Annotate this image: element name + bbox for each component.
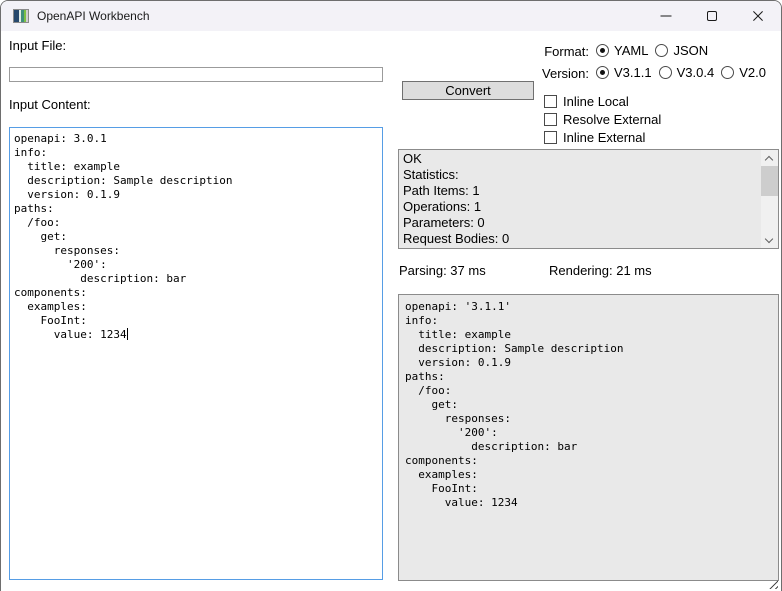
status-line: Operations: 1 (403, 199, 758, 215)
status-line: Request Bodies: 0 (403, 231, 758, 247)
minimize-icon (661, 16, 672, 17)
checkbox-icon (544, 113, 557, 126)
status-scrollbar[interactable] (761, 150, 778, 248)
radio-option-v3-1-1[interactable]: V3.1.1 (596, 65, 652, 80)
maximize-icon (707, 11, 717, 21)
convert-button[interactable]: Convert (402, 81, 534, 100)
status-line: Path Items: 1 (403, 183, 758, 199)
radio-icon (655, 44, 668, 57)
scrollbar-down-button[interactable] (761, 232, 778, 248)
scrollbar-up-button[interactable] (761, 150, 778, 166)
format-radio-group: YAML JSON (589, 43, 708, 60)
convert-button-label: Convert (445, 83, 491, 98)
input-file-label: Input File: (9, 38, 66, 53)
text-caret (127, 328, 128, 340)
status-line: OK (403, 151, 758, 167)
option-label: Inline External (563, 130, 645, 145)
version-radio-group: V3.1.1 V3.0.4 V2.0 (589, 65, 766, 82)
version-row: Version: V3.1.1 V3.0.4 V2.0 (541, 66, 766, 81)
checkbox-option-inline-external[interactable]: Inline External (544, 130, 661, 145)
option-label: V2.0 (739, 65, 766, 80)
option-label: YAML (614, 43, 648, 58)
radio-icon (721, 66, 734, 79)
radio-option-json[interactable]: JSON (655, 43, 708, 58)
status-line: Statistics: (403, 167, 758, 183)
checkbox-icon (544, 95, 557, 108)
radio-option-v2-0[interactable]: V2.0 (721, 65, 766, 80)
checkbox-option-inline-local[interactable]: Inline Local (544, 94, 661, 109)
app-icon (13, 8, 29, 24)
status-box[interactable]: OKStatistics:Path Items: 1Operations: 1P… (398, 149, 779, 249)
status-line: Parameters: 0 (403, 215, 758, 231)
input-content-editor[interactable]: openapi: 3.0.1 info: title: example desc… (9, 127, 383, 580)
option-label: JSON (673, 43, 708, 58)
option-label: V3.1.1 (614, 65, 652, 80)
scrollbar-thumb[interactable] (761, 166, 778, 196)
checkbox-icon (544, 131, 557, 144)
format-row: Format: YAML JSON (541, 44, 708, 59)
option-label: Inline Local (563, 94, 629, 109)
input-content-label: Input Content: (9, 97, 91, 112)
titlebar[interactable]: OpenAPI Workbench (1, 1, 781, 31)
option-label: Resolve External (563, 112, 661, 127)
version-label: Version: (541, 66, 589, 81)
window-controls (643, 1, 781, 31)
chevron-up-icon (765, 156, 773, 164)
input-file-field[interactable] (9, 67, 383, 82)
close-icon (752, 10, 765, 23)
radio-icon (659, 66, 672, 79)
checkbox-group: Inline Local Resolve External Inline Exter… (544, 94, 661, 148)
radio-icon (596, 44, 609, 57)
option-label: V3.0.4 (677, 65, 715, 80)
chevron-down-icon (765, 235, 773, 243)
window-title: OpenAPI Workbench (37, 1, 150, 31)
radio-option-yaml[interactable]: YAML (596, 43, 648, 58)
app-window: OpenAPI Workbench Input File: Input Cont… (0, 0, 782, 591)
checkbox-option-resolve-external[interactable]: Resolve External (544, 112, 661, 127)
rendering-time-label: Rendering: 21 ms (549, 263, 652, 278)
status-lines: OKStatistics:Path Items: 1Operations: 1P… (399, 150, 778, 247)
radio-icon (596, 66, 609, 79)
close-button[interactable] (735, 1, 781, 31)
format-label: Format: (541, 44, 589, 59)
minimize-button[interactable] (643, 1, 689, 31)
output-content-box[interactable]: openapi: '3.1.1' info: title: example de… (398, 294, 779, 581)
parsing-time-label: Parsing: 37 ms (399, 263, 486, 278)
maximize-button[interactable] (689, 1, 735, 31)
radio-option-v3-0-4[interactable]: V3.0.4 (659, 65, 715, 80)
